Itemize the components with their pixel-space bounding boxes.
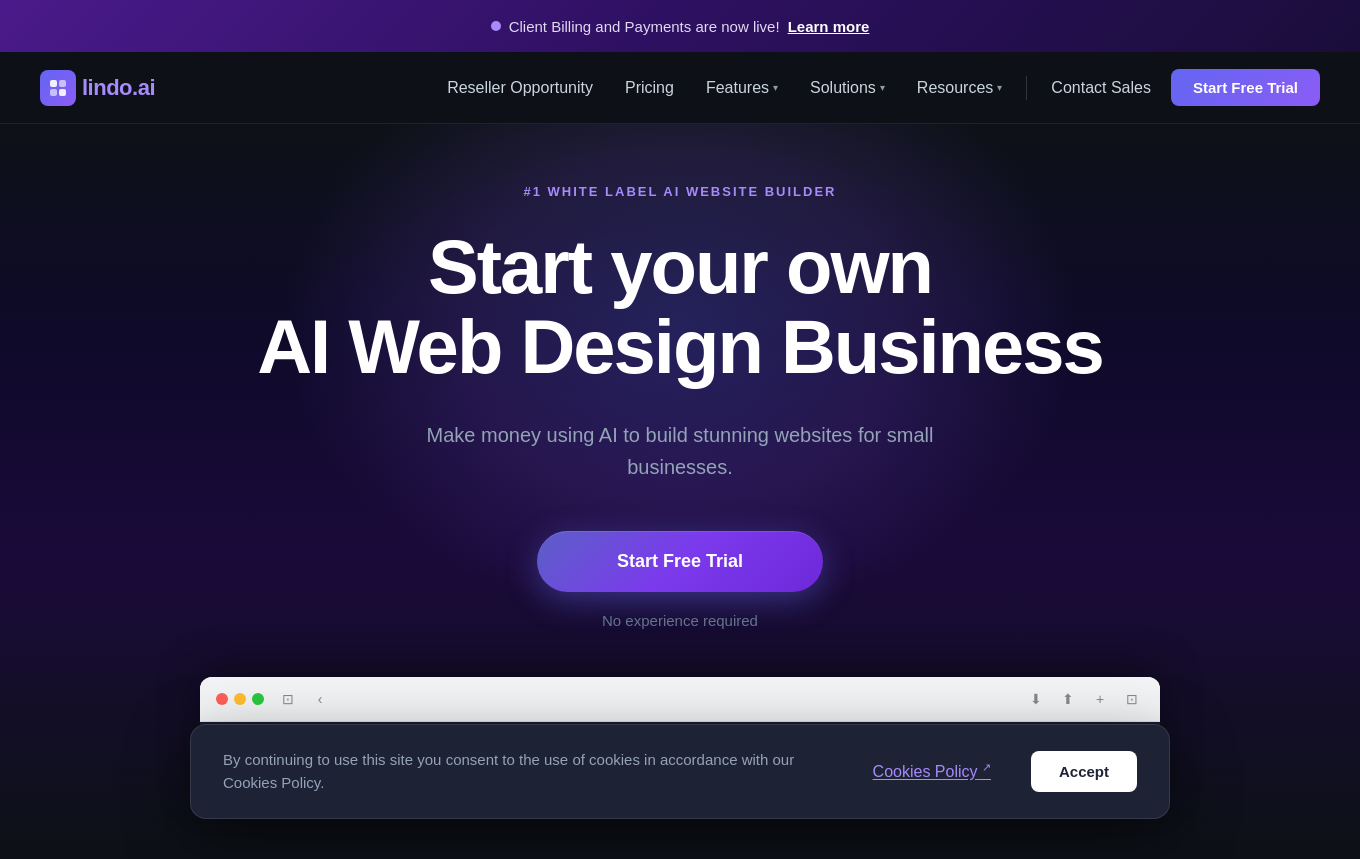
logo-wordmark: lindo.ai <box>82 75 155 101</box>
browser-dot-red <box>216 693 228 705</box>
solutions-chevron-icon: ▾ <box>880 82 885 93</box>
cookie-banner: By continuing to use this site you conse… <box>190 724 1170 819</box>
hero-subtitle: Make money using AI to build stunning we… <box>400 419 960 483</box>
svg-rect-2 <box>50 89 57 96</box>
browser-share-icon[interactable]: ⬆ <box>1056 687 1080 711</box>
svg-rect-0 <box>50 80 57 87</box>
svg-rect-1 <box>59 80 66 87</box>
nav-resources[interactable]: Resources ▾ <box>917 79 1002 97</box>
browser-dots <box>216 693 264 705</box>
announcement-text: Client Billing and Payments are now live… <box>509 18 780 35</box>
svg-rect-3 <box>59 89 66 96</box>
contact-sales-link[interactable]: Contact Sales <box>1051 79 1151 97</box>
resources-chevron-icon: ▾ <box>997 82 1002 93</box>
announcement-bar: Client Billing and Payments are now live… <box>0 0 1360 52</box>
nav-reseller[interactable]: Reseller Opportunity <box>447 79 593 97</box>
hero-note: No experience required <box>602 612 758 629</box>
nav-links: Reseller Opportunity Pricing Features ▾ … <box>447 79 1002 97</box>
nav-features[interactable]: Features ▾ <box>706 79 778 97</box>
cookie-text: By continuing to use this site you conse… <box>223 749 833 794</box>
cookie-accept-button[interactable]: Accept <box>1031 751 1137 792</box>
navbar: lindo.ai Reseller Opportunity Pricing Fe… <box>0 52 1360 124</box>
logo[interactable]: lindo.ai <box>40 70 155 106</box>
hero-start-trial-button[interactable]: Start Free Trial <box>537 531 823 592</box>
nav-divider <box>1026 76 1027 100</box>
nav-solutions[interactable]: Solutions ▾ <box>810 79 885 97</box>
browser-dot-yellow <box>234 693 246 705</box>
hero-title: Start your own AI Web Design Business <box>257 227 1103 387</box>
browser-menu-icon[interactable]: ⊡ <box>1120 687 1144 711</box>
cookie-policy-link[interactable]: Cookies Policy ↗ <box>873 761 991 781</box>
features-chevron-icon: ▾ <box>773 82 778 93</box>
nav-start-trial-button[interactable]: Start Free Trial <box>1171 69 1320 106</box>
browser-download-icon[interactable]: ⬇ <box>1024 687 1048 711</box>
browser-sidebar-icon[interactable]: ⊡ <box>276 687 300 711</box>
browser-right-controls: ⬇ ⬆ + ⊡ <box>1024 687 1144 711</box>
announcement-dot <box>491 21 501 31</box>
browser-chrome: ⊡ ‹ ⬇ ⬆ + ⊡ <box>200 677 1160 722</box>
hero-badge: #1 WHITE LABEL AI WEBSITE BUILDER <box>523 184 836 199</box>
external-link-icon: ↗ <box>982 761 991 773</box>
browser-controls: ⊡ ‹ <box>276 687 332 711</box>
browser-zoom-icon[interactable]: + <box>1088 687 1112 711</box>
browser-back-icon[interactable]: ‹ <box>308 687 332 711</box>
learn-more-link[interactable]: Learn more <box>788 18 870 35</box>
logo-icon <box>40 70 76 106</box>
browser-dot-green <box>252 693 264 705</box>
nav-pricing[interactable]: Pricing <box>625 79 674 97</box>
